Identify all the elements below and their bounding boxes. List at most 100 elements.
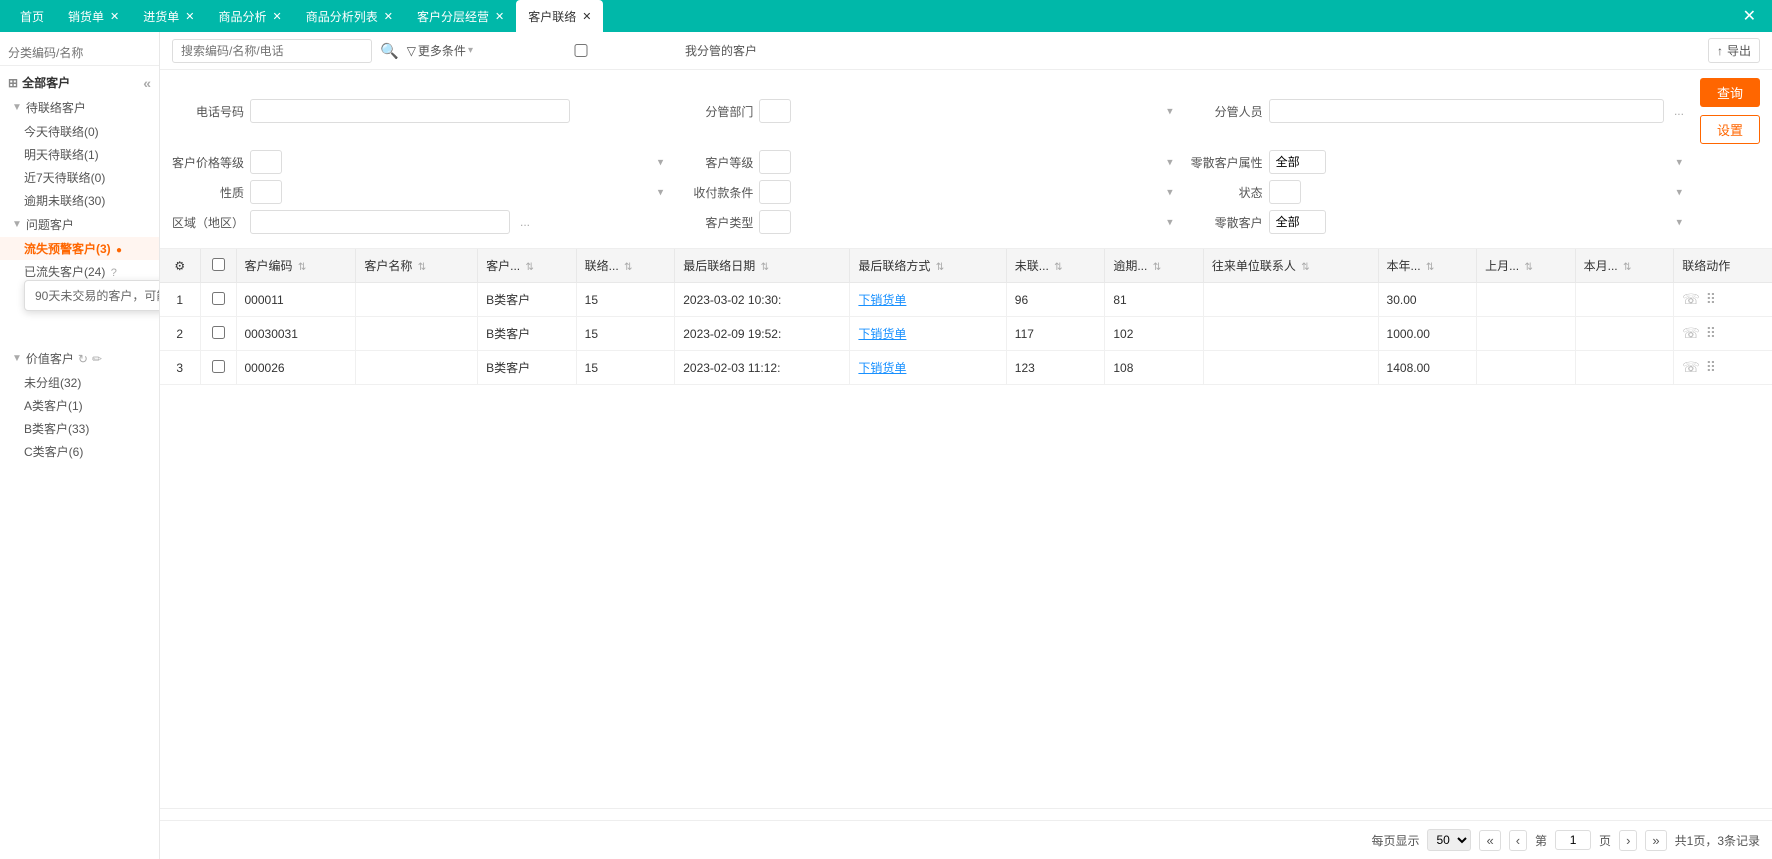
phone-input[interactable]: [250, 99, 570, 123]
filter-customer-type: 客户类型: [681, 210, 1178, 234]
row-last-way-2[interactable]: 下销货单: [850, 351, 1006, 385]
sort-category-icon[interactable]: ⇅: [525, 262, 533, 273]
sort-last-way-icon[interactable]: ⇅: [936, 262, 944, 273]
page-input[interactable]: [1555, 830, 1591, 850]
page-size-select[interactable]: 50: [1427, 829, 1471, 851]
col-header-name: 客户名称 ⇅: [356, 249, 478, 283]
gender-select[interactable]: [250, 180, 282, 204]
row-action-1[interactable]: ☏ ⠿: [1674, 317, 1772, 351]
settings-button[interactable]: 设置: [1700, 115, 1760, 144]
zero-attr-select[interactable]: 全部: [1269, 150, 1326, 174]
sort-contact-icon[interactable]: ⇅: [624, 262, 632, 273]
sidebar-all-customers[interactable]: ⊞ 全部客户 «: [0, 70, 159, 95]
action-more-icon-0[interactable]: ⠿: [1706, 291, 1716, 308]
payment-select[interactable]: [759, 180, 791, 204]
first-page-btn[interactable]: «: [1479, 830, 1500, 851]
dept-select[interactable]: [759, 99, 791, 123]
prev-page-btn[interactable]: ‹: [1509, 830, 1527, 851]
tab-bar: 首页 销货单 ✕ 进货单 ✕ 商品分析 ✕ 商品分析列表 ✕ 客户分层经营 ✕ …: [0, 0, 1772, 32]
row-contact-2: 15: [576, 351, 675, 385]
sidebar-item-class-a[interactable]: A类客户(1): [0, 394, 159, 417]
close-tab-goods-analysis[interactable]: ✕: [273, 10, 282, 23]
close-tab-customer-contact[interactable]: ✕: [582, 10, 591, 23]
sort-last-month-icon[interactable]: ⇅: [1524, 262, 1532, 273]
sort-unit-icon[interactable]: ⇅: [1301, 262, 1309, 273]
search-input[interactable]: [172, 39, 372, 63]
person-dots[interactable]: ...: [1670, 104, 1688, 118]
action-phone-icon-1[interactable]: ☏: [1682, 325, 1700, 342]
sort-not-contact-icon[interactable]: ⇅: [1054, 262, 1062, 273]
col-header-last-contact-way: 最后联络方式 ⇅: [850, 249, 1006, 283]
row-check-0[interactable]: [200, 283, 236, 317]
more-conditions-btn[interactable]: ▽ 更多条件 ▾: [407, 42, 473, 59]
next-page-btn[interactable]: ›: [1619, 830, 1637, 851]
row-action-0[interactable]: ☏ ⠿: [1674, 283, 1772, 317]
tab-customer-tier[interactable]: 客户分层经营 ✕: [405, 0, 516, 32]
tab-customer-contact[interactable]: 客户联络 ✕: [516, 0, 603, 32]
grade-select[interactable]: [759, 150, 791, 174]
person-label: 分管人员: [1191, 103, 1263, 120]
zero-customer-select[interactable]: 全部: [1269, 210, 1326, 234]
sidebar-item-churn-warning[interactable]: 流失预警客户(3) ●: [0, 237, 159, 260]
sidebar-item-overdue-pending[interactable]: 逾期未联络(30): [0, 189, 159, 212]
sort-last-date-icon[interactable]: ⇅: [761, 262, 769, 273]
tab-purchase[interactable]: 进货单 ✕: [131, 0, 206, 32]
tab-goods-analysis-list[interactable]: 商品分析列表 ✕: [294, 0, 405, 32]
close-tab-goods-analysis-list[interactable]: ✕: [384, 10, 393, 23]
sort-this-month-icon[interactable]: ⇅: [1623, 262, 1631, 273]
sidebar-search-input[interactable]: [8, 46, 160, 60]
select-all-checkbox[interactable]: [212, 258, 225, 271]
sidebar-item-ungroup[interactable]: 未分组(32): [0, 371, 159, 394]
col-header-unit-contact: 往来单位联系人 ⇅: [1203, 249, 1378, 283]
last-page-btn[interactable]: »: [1645, 830, 1666, 851]
check-col-header[interactable]: [200, 249, 236, 283]
query-button[interactable]: 查询: [1700, 78, 1760, 107]
tab-home[interactable]: 首页: [8, 0, 56, 32]
action-phone-icon-2[interactable]: ☏: [1682, 359, 1700, 376]
my-customer-checkbox[interactable]: 我分管的客户: [481, 42, 757, 59]
tab-goods-analysis[interactable]: 商品分析 ✕: [206, 0, 293, 32]
sidebar-collapse-btn[interactable]: «: [143, 75, 151, 91]
person-input[interactable]: [1269, 99, 1664, 123]
global-close-btn[interactable]: ✕: [1735, 6, 1764, 26]
action-more-icon-2[interactable]: ⠿: [1706, 359, 1716, 376]
close-tab-purchase[interactable]: ✕: [185, 10, 194, 23]
sidebar-group-problem[interactable]: ▼ 问题客户: [0, 212, 159, 237]
area-dots[interactable]: ...: [516, 215, 534, 229]
search-button[interactable]: 🔍: [380, 42, 399, 60]
sort-overdue-icon[interactable]: ⇅: [1153, 262, 1161, 273]
row-category-1: B类客户: [478, 317, 577, 351]
settings-col-header[interactable]: ⚙: [160, 249, 200, 283]
sort-this-year-icon[interactable]: ⇅: [1426, 262, 1434, 273]
row-last-way-1[interactable]: 下销货单: [850, 317, 1006, 351]
export-button[interactable]: ↑ 导出: [1708, 38, 1760, 63]
sidebar-item-today-pending[interactable]: 今天待联络(0): [0, 120, 159, 143]
sidebar-item-tomorrow-pending[interactable]: 明天待联络(1): [0, 143, 159, 166]
action-phone-icon-0[interactable]: ☏: [1682, 291, 1700, 308]
sidebar-group-value[interactable]: ▼ 价值客户 ↻ ✏: [0, 346, 159, 371]
price-grade-select[interactable]: [250, 150, 282, 174]
row-check-1[interactable]: [200, 317, 236, 351]
row-not-contacted-2: 123: [1006, 351, 1105, 385]
row-action-2[interactable]: ☏ ⠿: [1674, 351, 1772, 385]
row-last-way-0[interactable]: 下销货单: [850, 283, 1006, 317]
area-input[interactable]: [250, 210, 510, 234]
sort-code-icon[interactable]: ⇅: [298, 262, 306, 273]
horizontal-scrollbar[interactable]: [160, 808, 1772, 820]
tab-sales[interactable]: 销货单 ✕: [56, 0, 131, 32]
customer-type-select[interactable]: [759, 210, 791, 234]
row-num-2: 3: [160, 351, 200, 385]
sidebar-group-pending[interactable]: ▼ 待联络客户: [0, 95, 159, 120]
close-tab-customer-tier[interactable]: ✕: [495, 10, 504, 23]
value-edit-icon[interactable]: ✏: [92, 352, 102, 366]
sort-name-icon[interactable]: ⇅: [418, 262, 426, 273]
sidebar-item-class-b[interactable]: B类客户(33): [0, 417, 159, 440]
row-check-2[interactable]: [200, 351, 236, 385]
action-more-icon-1[interactable]: ⠿: [1706, 325, 1716, 342]
close-tab-sales[interactable]: ✕: [110, 10, 119, 23]
sidebar-item-class-c[interactable]: C类客户(6): [0, 440, 159, 463]
value-refresh-icon[interactable]: ↻: [78, 352, 88, 366]
status-select[interactable]: [1269, 180, 1301, 204]
my-customer-check[interactable]: [481, 44, 681, 57]
sidebar-item-7day-pending[interactable]: 近7天待联络(0): [0, 166, 159, 189]
